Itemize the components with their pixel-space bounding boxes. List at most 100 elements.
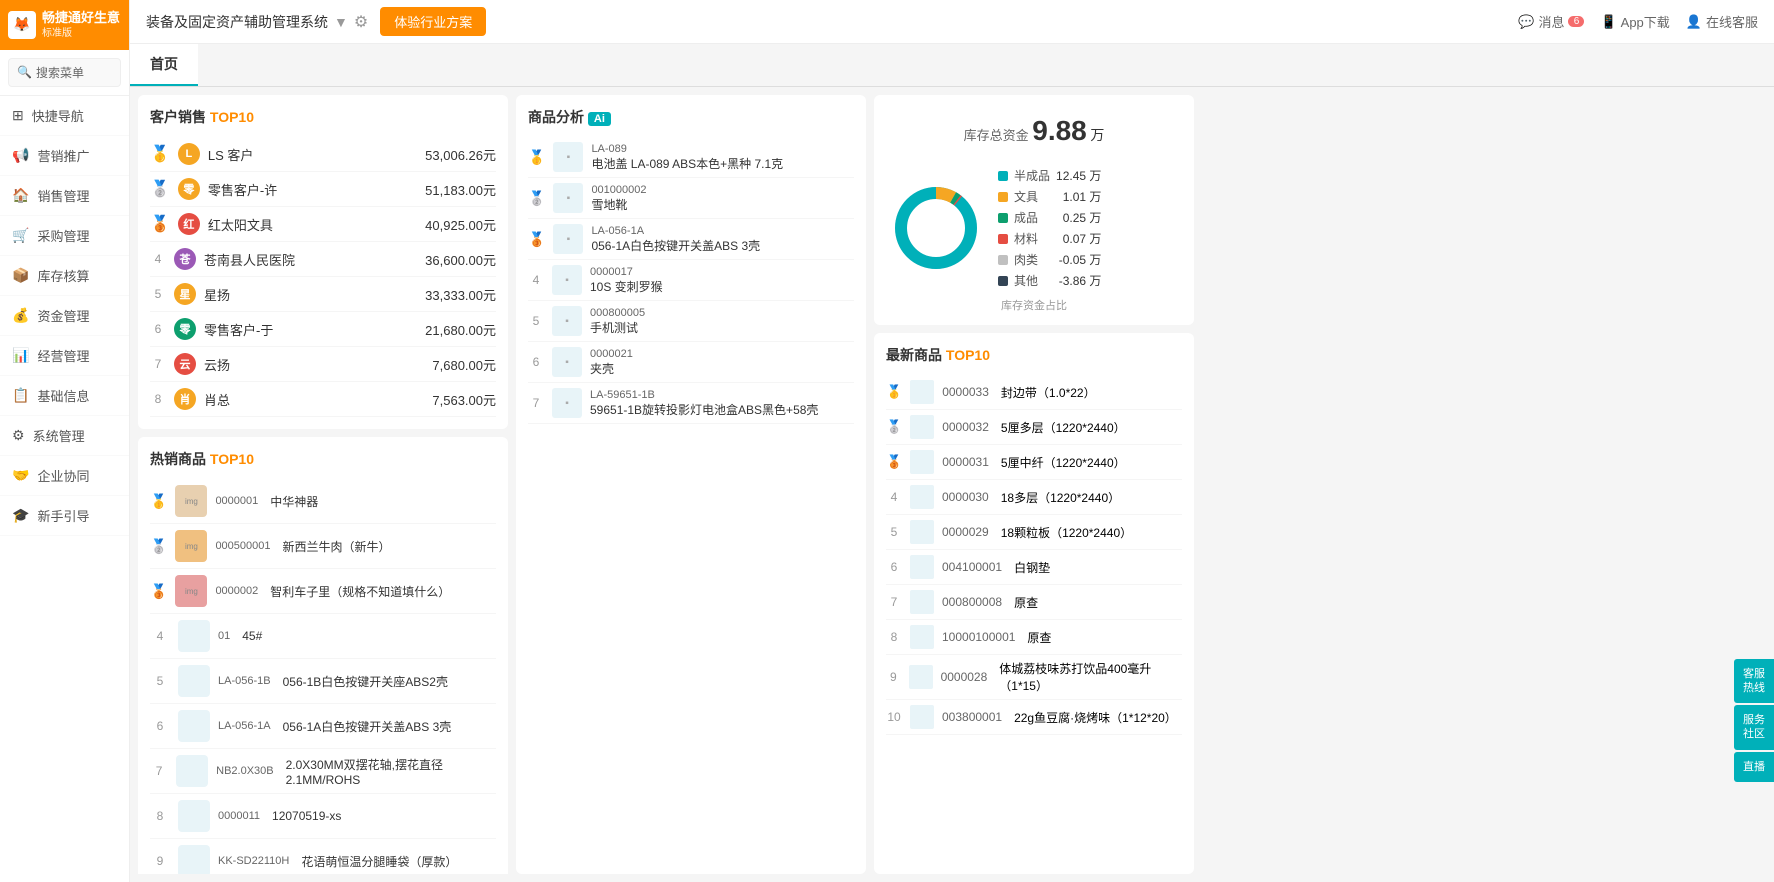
np-name-10: 22g鱼豆腐·烧烤味（1*12*20） [1014, 709, 1177, 726]
medal-3: 🥉 [150, 214, 170, 234]
customer-row-1: 🥇 L LS 客户 53,006.26元 [150, 137, 496, 172]
nav-item-basic-info[interactable]: 📋 基础信息 [0, 376, 129, 416]
np-img-9 [909, 665, 933, 689]
np-medal-2: 🥈 [886, 419, 902, 435]
prod-code-7: LA-59651-1B [590, 389, 854, 401]
topbar-system: 装备及固定资产辅助管理系统 ▼ ⚙ [146, 12, 368, 32]
product-row-3: 🥉 ▪ LA-056-1A 056-1A白色按键开关盖ABS 3壳 [528, 219, 854, 260]
nav-item-guide[interactable]: 🎓 新手引导 [0, 496, 129, 536]
new-products-list: 🥇 0000033 封边带（1.0*22） 🥈 0000032 5厘多层（122… [886, 375, 1182, 735]
nav-label-enterprise: 企业协同 [37, 466, 89, 485]
nav-item-operations[interactable]: 📊 经营管理 [0, 336, 129, 376]
nav-item-marketing[interactable]: 📢 营销推广 [0, 136, 129, 176]
legend-dot-3 [998, 213, 1008, 223]
customer-badge-4: 苍 [174, 248, 196, 270]
app-download-button[interactable]: 📱 App下载 [1600, 12, 1669, 31]
logo-sub: 标准版 [42, 27, 120, 40]
message-icon: 💬 [1518, 14, 1534, 30]
hot-products-title: 热销商品 TOP10 [150, 449, 496, 469]
page-nav: 首页 [130, 44, 1774, 87]
prod-rank-4: 4 [528, 273, 544, 287]
prod-code-3: LA-056-1A [591, 225, 854, 237]
rank-4: 4 [150, 252, 166, 266]
nav-label-purchase: 采购管理 [37, 226, 89, 245]
nav-item-enterprise[interactable]: 🤝 企业协同 [0, 456, 129, 496]
dropdown-icon[interactable]: ▼ [334, 14, 348, 30]
prod-code-5: 000800005 [590, 307, 854, 319]
customer-row-2: 🥈 零 零售客户-许 51,183.00元 [150, 172, 496, 207]
np-row-4: 4 0000030 18多层（1220*2440） [886, 480, 1182, 515]
np-img-5 [910, 520, 934, 544]
np-code-4: 0000030 [942, 490, 989, 504]
nav-item-finance[interactable]: 💰 资金管理 [0, 296, 129, 336]
left-column: 客户销售 TOP10 🥇 L LS 客户 53,006.26元 🥈 零 零售客户… [138, 95, 508, 874]
hp-name-7: 2.0X30MM双摆花轴,摆花直径2.1MM/ROHS [286, 756, 496, 787]
nav-item-purchase[interactable]: 🛒 采购管理 [0, 216, 129, 256]
customer-name-8: 肖总 [204, 390, 424, 409]
center-column: 商品分析 Ai 🥇 ▪ LA-089 电池盖 LA-089 ABS本色+黑种 7… [516, 95, 866, 874]
customer-top-label: TOP10 [210, 109, 254, 125]
hp-medal-2: 🥈 [150, 538, 167, 555]
legend-dot-6 [998, 276, 1008, 286]
search-menu-button[interactable]: 🔍 搜索菜单 [8, 58, 121, 87]
hp-img-9 [178, 845, 210, 874]
legend-value-2: 1.01 万 [1063, 188, 1102, 205]
float-btn-service[interactable]: 客服热线 [1734, 659, 1774, 704]
np-name-3: 5厘中纤（1220*2440） [1001, 454, 1126, 471]
topbar: 装备及固定资产辅助管理系统 ▼ ⚙ 体验行业方案 💬 消息 6 📱 App下载 … [130, 0, 1774, 44]
hp-medal-3: 🥉 [150, 583, 167, 600]
nav-item-inventory[interactable]: 📦 库存核算 [0, 256, 129, 296]
float-btn-community[interactable]: 服务社区 [1734, 705, 1774, 750]
customer-badge-7: 云 [174, 353, 196, 375]
donut-chart [886, 178, 986, 278]
nav-item-sales[interactable]: 🏠 销售管理 [0, 176, 129, 216]
product-row-5: 5 ▪ 000800005 手机测试 [528, 301, 854, 342]
chart-legend: 半成品 12.45 万 文具 1.01 万 成品 0.25 万 [998, 167, 1101, 289]
logo-title: 畅捷通好生意 [42, 10, 120, 27]
customer-amount-7: 7,680.00元 [432, 355, 496, 374]
np-img-10 [910, 705, 934, 729]
prod-info-3: LA-056-1A 056-1A白色按键开关盖ABS 3壳 [591, 225, 854, 254]
customer-row-7: 7 云 云扬 7,680.00元 [150, 347, 496, 382]
product-row-1: 🥇 ▪ LA-089 电池盖 LA-089 ABS本色+黑种 7.1克 [528, 137, 854, 178]
float-btn-live[interactable]: 直播 [1734, 752, 1774, 782]
hp-code-9: KK-SD22110H [218, 855, 289, 867]
hp-name-3: 智利车子里（规格不知道填什么） [270, 583, 450, 600]
nav-icon-operations: 📊 [12, 347, 29, 364]
tab-home[interactable]: 首页 [130, 44, 198, 86]
settings-icon[interactable]: ⚙ [354, 12, 368, 32]
prod-medal-3: 🥉 [528, 231, 545, 248]
chart-sub-label: 库存资金占比 [886, 297, 1182, 313]
hp-rank-5: 5 [150, 674, 170, 688]
np-img-8 [910, 625, 934, 649]
trial-button[interactable]: 体验行业方案 [380, 7, 486, 36]
nav-item-system[interactable]: ⚙ 系统管理 [0, 416, 129, 456]
prod-img-4: ▪ [552, 265, 582, 295]
np-img-6 [910, 555, 934, 579]
np-code-10: 003800001 [942, 710, 1002, 724]
customer-name-3: 红太阳文具 [208, 215, 417, 234]
prod-img-7: ▪ [552, 388, 582, 418]
customer-row-5: 5 星 星扬 33,333.00元 [150, 277, 496, 312]
nav-item-quick[interactable]: ⊞ 快捷导航 [0, 96, 129, 136]
customer-name-6: 零售客户-于 [204, 320, 417, 339]
np-name-5: 18颗粒板（1220*2440） [1001, 524, 1132, 541]
hp-img-1: img [175, 485, 207, 517]
np-code-6: 004100001 [942, 560, 1002, 574]
legend-label-3: 成品 [1014, 209, 1057, 226]
hp-medal-1: 🥇 [150, 493, 167, 510]
message-button[interactable]: 💬 消息 6 [1518, 12, 1584, 31]
prod-img-2: ▪ [553, 183, 583, 213]
prod-img-1: ▪ [553, 142, 583, 172]
product-row-6: 6 ▪ 0000021 夹壳 [528, 342, 854, 383]
customer-name-7: 云扬 [204, 355, 424, 374]
app-icon: 📱 [1600, 14, 1616, 30]
hp-img-4 [178, 620, 210, 652]
np-row-8: 8 10000100001 原查 [886, 620, 1182, 655]
online-service-button[interactable]: 👤 在线客服 [1686, 12, 1758, 31]
hp-img-6 [178, 710, 210, 742]
customer-sales-title: 客户销售 TOP10 [150, 107, 496, 127]
message-label: 消息 [1538, 12, 1564, 31]
prod-name-7: 59651-1B旋转投影灯电池盒ABS黑色+58壳 [590, 401, 854, 418]
main-area: 装备及固定资产辅助管理系统 ▼ ⚙ 体验行业方案 💬 消息 6 📱 App下载 … [130, 0, 1774, 882]
